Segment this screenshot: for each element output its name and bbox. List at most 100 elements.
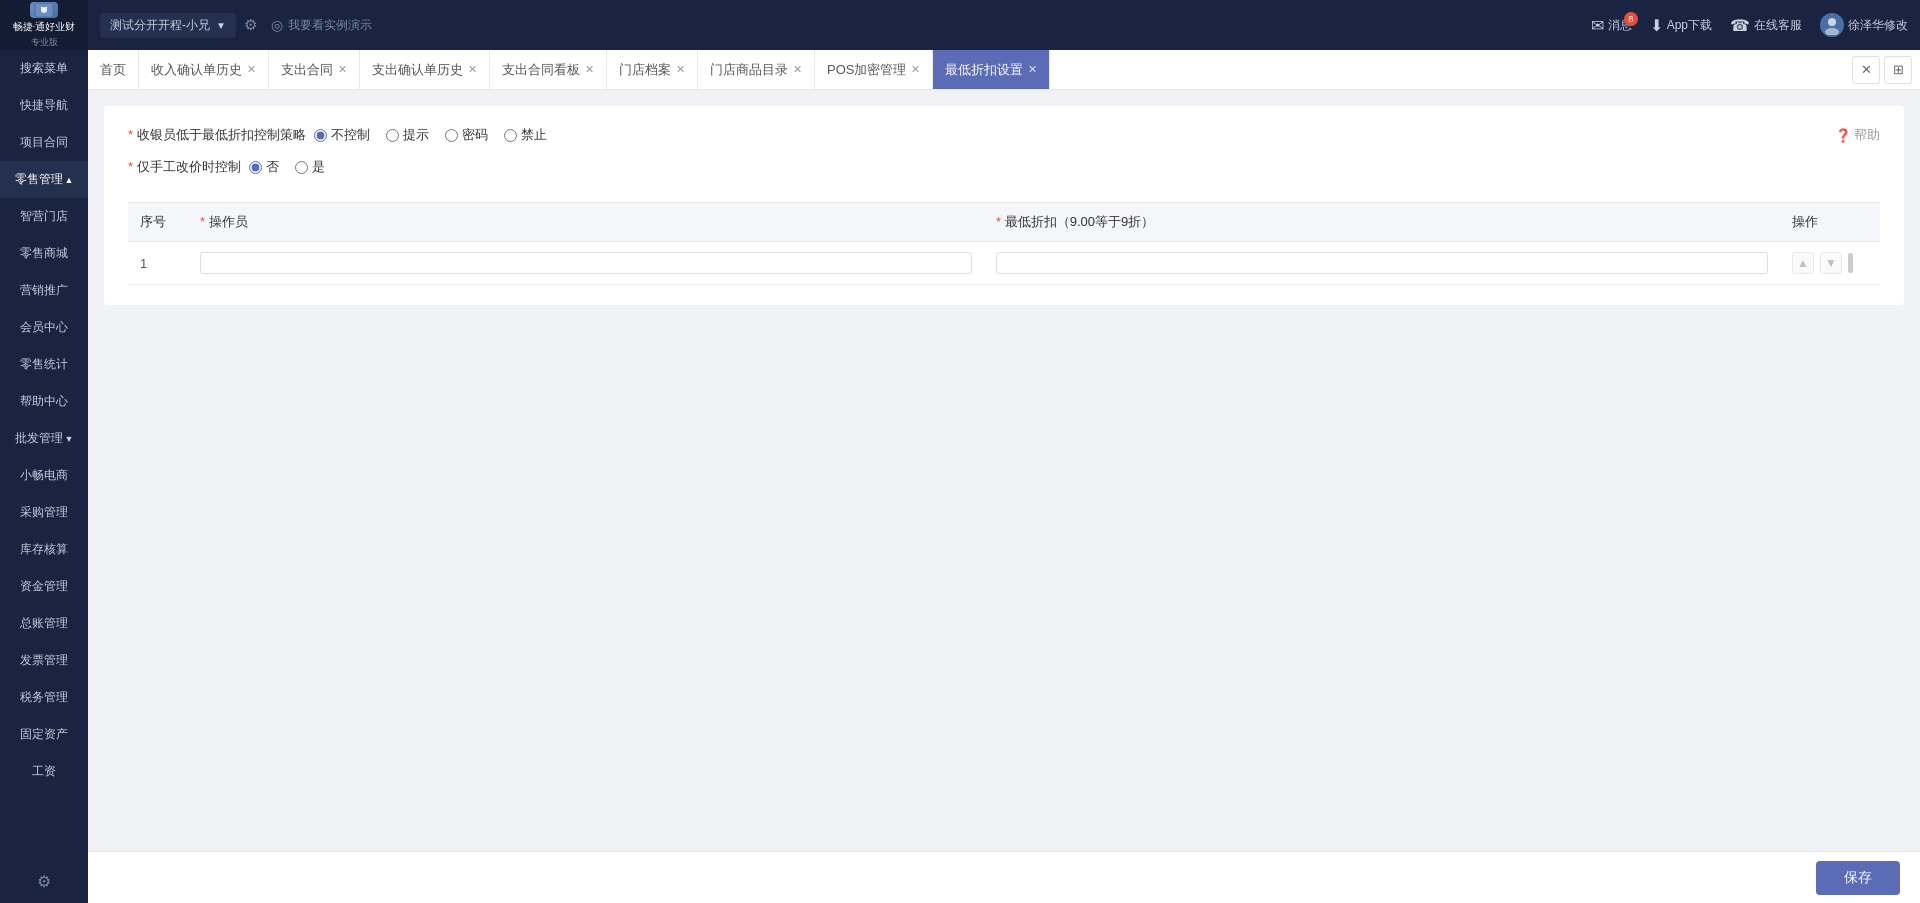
- online-service-button[interactable]: ☎ 在线客服: [1730, 16, 1802, 35]
- online-service-label: 在线客服: [1754, 17, 1802, 34]
- project-selector[interactable]: 测试分开开程-小兄 ▼: [100, 13, 236, 38]
- tab-store-catalog[interactable]: 门店商品目录 ✕: [698, 50, 815, 90]
- sidebar-item-wholesale-mgmt[interactable]: 批发管理 ▼: [0, 420, 88, 457]
- topbar: 测试分开开程-小兄 ▼ ⚙ ◎ 我要看实例演示 ✉ 消息 8 ⬇ App下载 ☎…: [88, 0, 1920, 50]
- tabs-bar: 首页 收入确认单历史 ✕ 支出合同 ✕ 支出确认单历史 ✕ 支出合同看板 ✕ 门…: [88, 50, 1920, 90]
- sidebar-item-ecommerce[interactable]: 小畅电商: [0, 457, 88, 494]
- sidebar-item-fixed-assets[interactable]: 固定资产: [0, 716, 88, 753]
- download-icon: ⬇: [1650, 16, 1663, 35]
- sidebar-item-search[interactable]: 搜索菜单: [0, 50, 88, 87]
- policy-radio-group: 不控制 提示 密码 禁止: [314, 126, 547, 144]
- tab-close-pos-password[interactable]: ✕: [911, 63, 920, 76]
- row-drag-handle[interactable]: [1848, 253, 1853, 273]
- sidebar: 畅捷·通好业财 专业版 搜索菜单 快捷导航 项目合同 零售管理 ▲ 智营门店 零…: [0, 0, 88, 903]
- policy-no-control[interactable]: 不控制: [314, 126, 370, 144]
- row-min-discount[interactable]: [984, 242, 1780, 285]
- settings-icon[interactable]: ⚙: [0, 860, 88, 903]
- logo-icon: [30, 2, 58, 18]
- sidebar-item-online-mall[interactable]: 零售商城: [0, 235, 88, 272]
- sidebar-item-inventory[interactable]: 库存核算: [0, 531, 88, 568]
- tab-store-archive[interactable]: 门店档案 ✕: [607, 50, 698, 90]
- avatar: [1820, 13, 1844, 37]
- sidebar-item-salary[interactable]: 工资: [0, 753, 88, 790]
- discount-table-container: 序号 * 操作员 * 最低折扣（9.00等于9折） 操作 1: [128, 190, 1880, 285]
- row-actions: ▲ ▼: [1780, 242, 1880, 285]
- min-discount-input[interactable]: [996, 252, 1768, 274]
- demo-icon: ◎: [271, 17, 283, 33]
- sidebar-item-retail-stats[interactable]: 零售统计: [0, 346, 88, 383]
- sidebar-item-invoice-mgmt[interactable]: 发票管理: [0, 642, 88, 679]
- tab-close-store-catalog[interactable]: ✕: [793, 63, 802, 76]
- messages-button[interactable]: ✉ 消息 8: [1591, 16, 1632, 35]
- sidebar-item-member-center[interactable]: 会员中心: [0, 309, 88, 346]
- tab-close-payment-contract[interactable]: ✕: [338, 63, 347, 76]
- tab-close-payment-confirm[interactable]: ✕: [468, 63, 477, 76]
- demo-link[interactable]: ◎ 我要看实例演示: [271, 17, 372, 34]
- logo-text: 畅捷·通好业财: [13, 20, 76, 34]
- tab-home[interactable]: 首页: [88, 50, 139, 90]
- sidebar-retail-label: 零售管理: [15, 171, 63, 188]
- messages-badge: 8: [1624, 12, 1638, 26]
- policy-prompt[interactable]: 提示: [386, 126, 429, 144]
- th-operator: * 操作员: [188, 203, 984, 242]
- sidebar-item-marketing[interactable]: 营销推广: [0, 272, 88, 309]
- row-operator[interactable]: [188, 242, 984, 285]
- tab-payment-contract[interactable]: 支出合同 ✕: [269, 50, 360, 90]
- sidebar-item-quick-nav[interactable]: 快捷导航: [0, 87, 88, 124]
- tab-payment-board[interactable]: 支出合同看板 ✕: [490, 50, 607, 90]
- row-move-down-button[interactable]: ▼: [1820, 252, 1842, 274]
- message-icon: ✉: [1591, 16, 1604, 35]
- page-content: 收银员低于最低折扣控制策略 不控制 提示 密码: [88, 90, 1920, 851]
- row-move-up-button[interactable]: ▲: [1792, 252, 1814, 274]
- user-profile-button[interactable]: 徐泽华修改: [1820, 13, 1908, 37]
- th-seq: 序号: [128, 203, 188, 242]
- tab-close-payment-board[interactable]: ✕: [585, 63, 594, 76]
- tab-pos-password[interactable]: POS加密管理 ✕: [815, 50, 933, 90]
- discount-table: 序号 * 操作员 * 最低折扣（9.00等于9折） 操作 1: [128, 202, 1880, 285]
- tab-close-store-archive[interactable]: ✕: [676, 63, 685, 76]
- settings-gear-icon[interactable]: ⚙: [244, 16, 257, 34]
- sidebar-item-general-ledger[interactable]: 总账管理: [0, 605, 88, 642]
- svg-point-2: [1828, 18, 1836, 26]
- policy-password[interactable]: 密码: [445, 126, 488, 144]
- tab-payment-confirm[interactable]: 支出确认单历史 ✕: [360, 50, 490, 90]
- manual-label: 仅手工改价时控制: [128, 158, 241, 176]
- svg-point-3: [1825, 28, 1839, 35]
- sidebar-item-tax-mgmt[interactable]: 税务管理: [0, 679, 88, 716]
- sidebar-item-finance[interactable]: 资金管理: [0, 568, 88, 605]
- sidebar-item-purchase-mgmt[interactable]: 采购管理: [0, 494, 88, 531]
- tab-menu-button[interactable]: ⊞: [1884, 56, 1912, 84]
- manual-yes[interactable]: 是: [295, 158, 325, 176]
- topbar-right: ✉ 消息 8 ⬇ App下载 ☎ 在线客服 徐泽华修改: [1591, 13, 1908, 37]
- tab-close-income-confirm[interactable]: ✕: [247, 63, 256, 76]
- project-name: 测试分开开程-小兄: [110, 17, 210, 34]
- demo-label: 我要看实例演示: [288, 17, 372, 34]
- sidebar-item-smart-store[interactable]: 智营门店: [0, 198, 88, 235]
- app-download-button[interactable]: ⬇ App下载: [1650, 16, 1712, 35]
- chevron-down-icon: ▼: [65, 434, 74, 444]
- tab-income-confirm[interactable]: 收入确认单历史 ✕: [139, 50, 269, 90]
- policy-forbidden[interactable]: 禁止: [504, 126, 547, 144]
- sidebar-item-project-contract[interactable]: 项目合同: [0, 124, 88, 161]
- sidebar-item-retail-mgmt[interactable]: 零售管理 ▲: [0, 161, 88, 198]
- tab-close-current-button[interactable]: ✕: [1852, 56, 1880, 84]
- chevron-up-icon: ▲: [65, 175, 74, 185]
- save-button[interactable]: 保存: [1816, 861, 1900, 895]
- main-area: 测试分开开程-小兄 ▼ ⚙ ◎ 我要看实例演示 ✉ 消息 8 ⬇ App下载 ☎…: [88, 0, 1920, 903]
- sidebar-logo: 畅捷·通好业财 专业版: [0, 0, 88, 50]
- help-button[interactable]: ❓ 帮助: [1835, 126, 1880, 144]
- operator-input[interactable]: [200, 252, 972, 274]
- settings-panel: 收银员低于最低折扣控制策略 不控制 提示 密码: [104, 106, 1904, 305]
- sidebar-search-label: 搜索菜单: [20, 60, 68, 77]
- manual-radio-group: 否 是: [249, 158, 325, 176]
- tab-min-discount[interactable]: 最低折扣设置 ✕: [933, 50, 1050, 90]
- tab-close-min-discount[interactable]: ✕: [1028, 63, 1037, 76]
- bottom-bar: 保存: [88, 851, 1920, 903]
- manual-row: 仅手工改价时控制 否 是: [128, 158, 1880, 176]
- sidebar-item-help-center[interactable]: 帮助中心: [0, 383, 88, 420]
- help-icon: ❓: [1835, 128, 1851, 143]
- policy-label: 收银员低于最低折扣控制策略: [128, 126, 306, 144]
- manual-no[interactable]: 否: [249, 158, 279, 176]
- row-action-buttons: ▲ ▼: [1792, 252, 1868, 274]
- caret-down-icon: ▼: [216, 20, 226, 31]
